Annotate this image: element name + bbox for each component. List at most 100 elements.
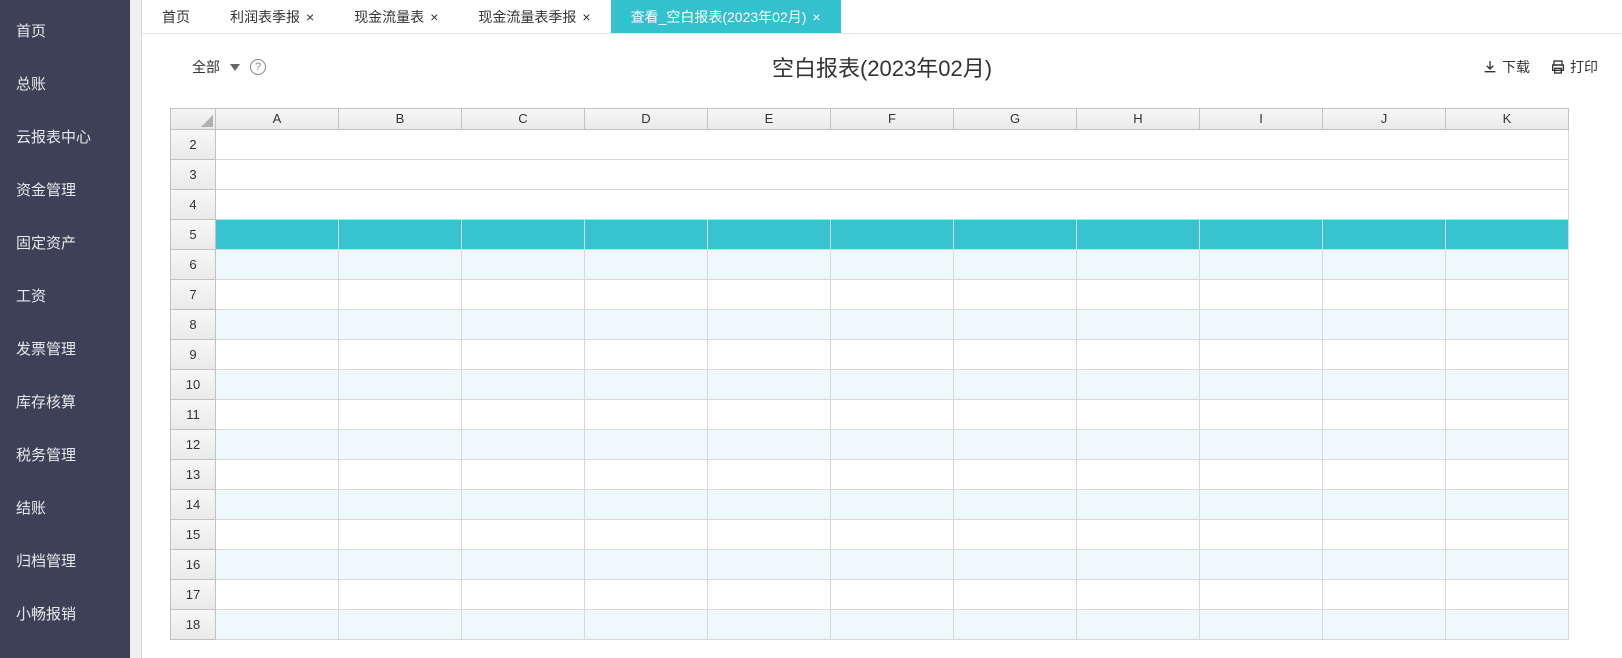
cell[interactable]	[1200, 430, 1323, 460]
cell[interactable]	[954, 220, 1077, 250]
cell[interactable]	[339, 310, 462, 340]
cell[interactable]	[708, 400, 831, 430]
cell[interactable]	[1077, 130, 1200, 160]
cell[interactable]	[1323, 400, 1446, 430]
cell[interactable]	[216, 550, 339, 580]
sidebar-item-tax[interactable]: 税务管理	[0, 428, 130, 481]
close-icon[interactable]: ×	[430, 10, 438, 24]
cell[interactable]	[954, 160, 1077, 190]
cell[interactable]	[585, 370, 708, 400]
column-header[interactable]: B	[339, 108, 462, 130]
cell[interactable]	[216, 610, 339, 640]
cell[interactable]	[585, 580, 708, 610]
cell[interactable]	[216, 160, 339, 190]
cell[interactable]	[462, 370, 585, 400]
cell[interactable]	[954, 430, 1077, 460]
row-header[interactable]: 10	[170, 370, 216, 400]
row-header[interactable]: 18	[170, 610, 216, 640]
cell[interactable]	[1077, 610, 1200, 640]
sidebar-item-archive[interactable]: 归档管理	[0, 534, 130, 587]
cell[interactable]	[1446, 400, 1569, 430]
cell[interactable]	[1077, 550, 1200, 580]
cell[interactable]	[216, 520, 339, 550]
cell[interactable]	[585, 130, 708, 160]
cell[interactable]	[462, 220, 585, 250]
cell[interactable]	[216, 130, 339, 160]
column-header[interactable]: H	[1077, 108, 1200, 130]
cell[interactable]	[585, 520, 708, 550]
cell[interactable]	[831, 430, 954, 460]
cell[interactable]	[1200, 250, 1323, 280]
cell[interactable]	[1323, 280, 1446, 310]
cell[interactable]	[216, 220, 339, 250]
cell[interactable]	[1200, 550, 1323, 580]
column-header[interactable]: J	[1323, 108, 1446, 130]
cell[interactable]	[1323, 610, 1446, 640]
cell[interactable]	[1077, 280, 1200, 310]
cell[interactable]	[1446, 280, 1569, 310]
cell[interactable]	[216, 340, 339, 370]
cell[interactable]	[1446, 370, 1569, 400]
close-icon[interactable]: ×	[306, 10, 314, 24]
cell[interactable]	[1200, 160, 1323, 190]
cell[interactable]	[1200, 130, 1323, 160]
cell[interactable]	[831, 370, 954, 400]
cell[interactable]	[1077, 250, 1200, 280]
cell[interactable]	[831, 130, 954, 160]
cell[interactable]	[339, 220, 462, 250]
cell[interactable]	[1077, 400, 1200, 430]
cell[interactable]	[339, 370, 462, 400]
cell[interactable]	[954, 550, 1077, 580]
row-header[interactable]: 13	[170, 460, 216, 490]
cell[interactable]	[1077, 460, 1200, 490]
sidebar-item-expense[interactable]: 小畅报销	[0, 587, 130, 640]
cell[interactable]	[1077, 310, 1200, 340]
sidebar-scrollbar[interactable]	[130, 0, 142, 658]
cell[interactable]	[1446, 130, 1569, 160]
cell[interactable]	[708, 430, 831, 460]
cell[interactable]	[831, 610, 954, 640]
cell[interactable]	[585, 280, 708, 310]
cell[interactable]	[708, 220, 831, 250]
cell[interactable]	[462, 340, 585, 370]
cell[interactable]	[954, 460, 1077, 490]
cell[interactable]	[831, 520, 954, 550]
sidebar-item-reports[interactable]: 云报表中心	[0, 110, 130, 163]
cell[interactable]	[831, 310, 954, 340]
cell[interactable]	[708, 340, 831, 370]
cell[interactable]	[216, 400, 339, 430]
cell[interactable]	[1200, 190, 1323, 220]
cell[interactable]	[831, 190, 954, 220]
cell[interactable]	[1200, 610, 1323, 640]
cell[interactable]	[708, 190, 831, 220]
cell[interactable]	[462, 190, 585, 220]
cell[interactable]	[708, 580, 831, 610]
cell[interactable]	[462, 280, 585, 310]
cell[interactable]	[1077, 190, 1200, 220]
sidebar-item-home[interactable]: 首页	[0, 4, 130, 57]
cell[interactable]	[831, 400, 954, 430]
print-button[interactable]: 打印	[1550, 57, 1598, 77]
cell[interactable]	[1446, 610, 1569, 640]
cell[interactable]	[954, 130, 1077, 160]
column-header[interactable]: C	[462, 108, 585, 130]
cell[interactable]	[831, 220, 954, 250]
download-button[interactable]: 下载	[1482, 57, 1530, 77]
cell[interactable]	[1446, 520, 1569, 550]
close-icon[interactable]: ×	[582, 10, 590, 24]
row-header[interactable]: 3	[170, 160, 216, 190]
row-header[interactable]: 16	[170, 550, 216, 580]
cell[interactable]	[585, 160, 708, 190]
cell[interactable]	[1323, 580, 1446, 610]
cell[interactable]	[831, 550, 954, 580]
select-all-corner[interactable]	[170, 108, 216, 130]
cell[interactable]	[339, 490, 462, 520]
cell[interactable]	[339, 280, 462, 310]
cell[interactable]	[954, 250, 1077, 280]
row-header[interactable]: 11	[170, 400, 216, 430]
cell[interactable]	[708, 250, 831, 280]
cell[interactable]	[1077, 160, 1200, 190]
cell[interactable]	[216, 370, 339, 400]
cell[interactable]	[954, 280, 1077, 310]
cell[interactable]	[1077, 340, 1200, 370]
